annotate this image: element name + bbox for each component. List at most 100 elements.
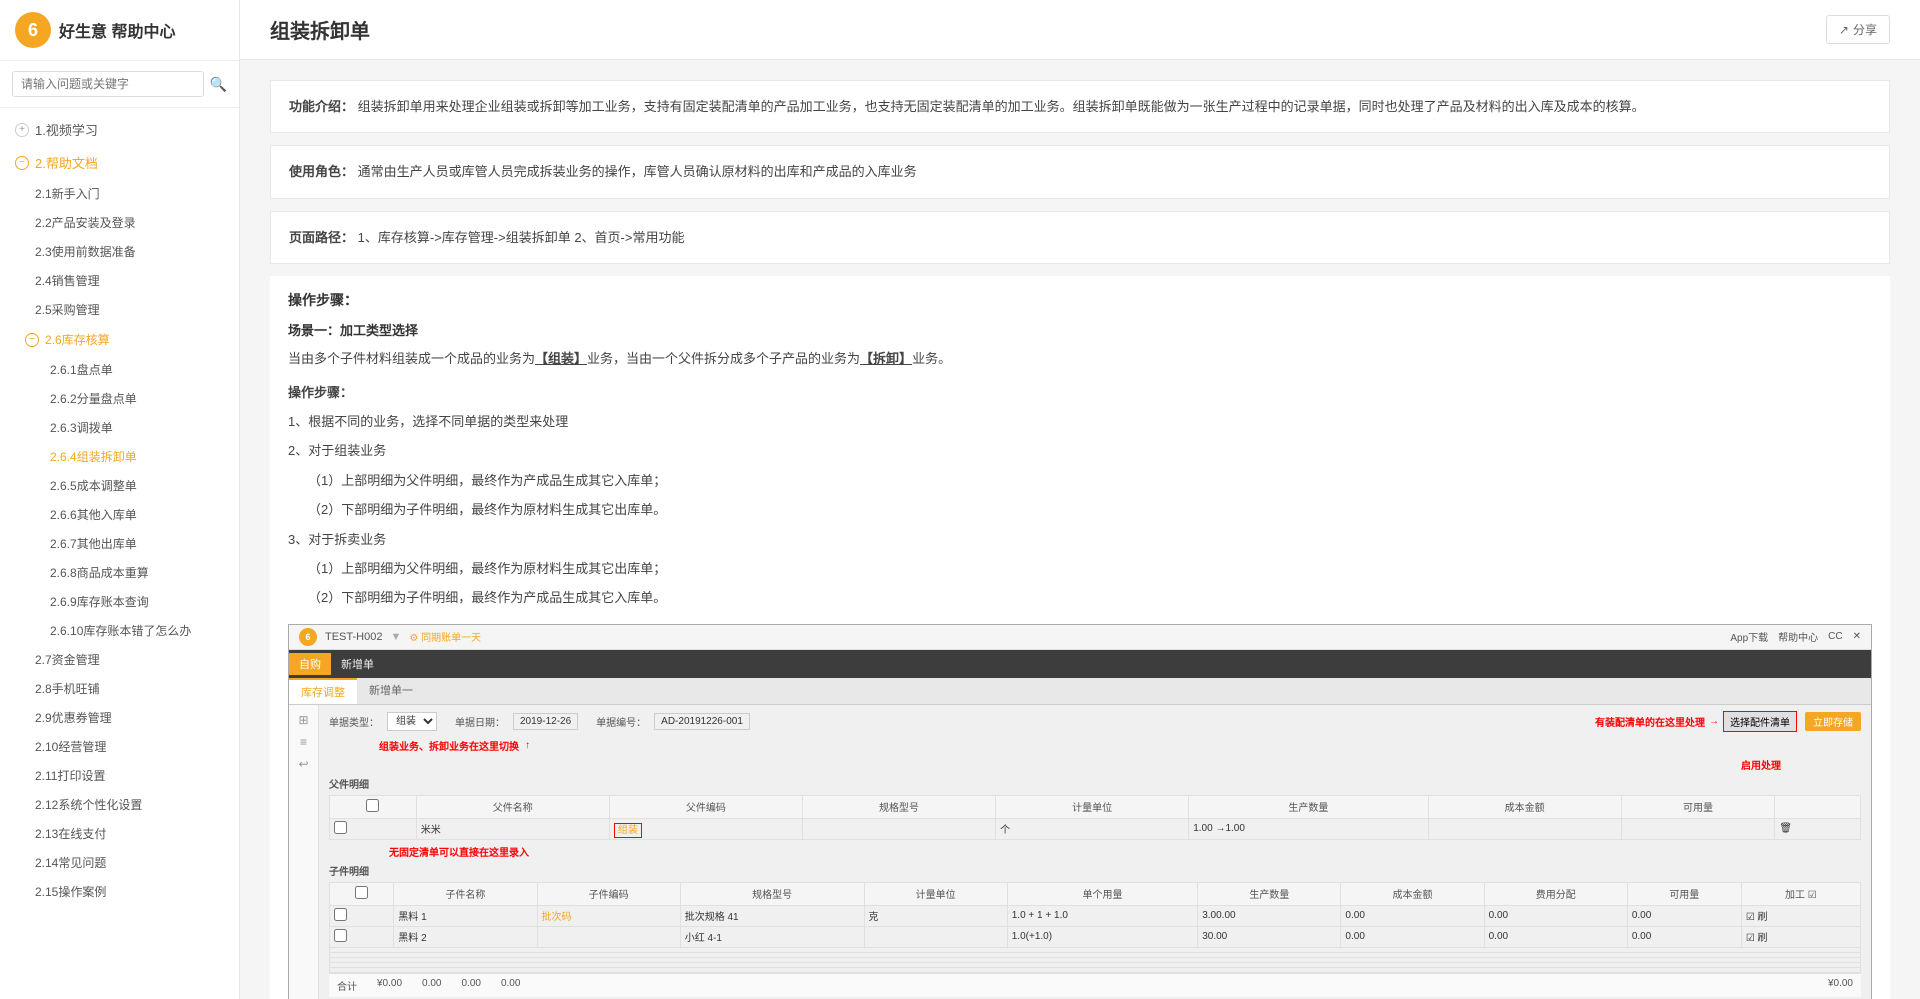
ss-tab-active: 库存调整: [289, 678, 357, 704]
ss-form-area: ⊞ ≡ ↩ 单据类型： 组装 拆卸 单据日期：: [289, 705, 1871, 999]
sidebar-item-2[interactable]: − 2.帮助文档: [0, 146, 239, 179]
nav-label-1: 1.视频学习: [35, 120, 98, 139]
ss-annotation-area1: 有装配清单的在这里处理 → 选择配件清单 立即存储: [1595, 711, 1861, 732]
ss-help-center: 帮助中心: [1778, 629, 1818, 644]
ss-th-qty1: 生产数量: [1189, 795, 1428, 818]
ss-cell2-op1: ☑ 刷: [1741, 905, 1860, 926]
sidebar-item-2-4[interactable]: 2.4销售管理: [0, 266, 239, 295]
ss-nav-new: 新增单: [331, 653, 384, 675]
ss-cell-avail1: [1621, 818, 1775, 839]
ss-date-value: 2019-12-26: [513, 713, 578, 730]
ss-child-row7: [330, 967, 1861, 972]
sidebar-item-2-6-9[interactable]: 2.6.9库存账本查询: [0, 587, 239, 616]
sidebar-item-2-6-1[interactable]: 2.6.1盘点单: [0, 355, 239, 384]
sidebar-item-2-6-6[interactable]: 2.6.6其他入库单: [0, 500, 239, 529]
ss-cell2-prod2: 30.00: [1198, 926, 1341, 947]
sidebar-item-1[interactable]: + 1.视频学习: [0, 113, 239, 146]
ss-cell2-code2: [537, 926, 680, 947]
ss-cell-unit1: 个: [996, 818, 1189, 839]
ops-steps-content: 操作步骤： 1、根据不同的业务，选择不同单据的类型来处理 2、对于组装业务 （1…: [288, 381, 1872, 610]
ss-save-btn[interactable]: 立即存储: [1805, 712, 1861, 731]
ss-type-select[interactable]: 组装 拆卸: [387, 712, 437, 731]
ss-cell2-op2: ☑ 刷: [1741, 926, 1860, 947]
ss-th-code1: 父件编码: [609, 795, 802, 818]
sidebar-item-2-6-5[interactable]: 2.6.5成本调整单: [0, 471, 239, 500]
sidebar-item-2-9[interactable]: 2.9优惠券管理: [0, 703, 239, 732]
ss-form-row1: 单据类型： 组装 拆卸 单据日期： 2019-12-26 单据编号： AD-20…: [329, 711, 1861, 732]
ops-steps-label: 操作步骤：: [288, 381, 1872, 404]
function-intro-label: 功能介绍：: [289, 99, 354, 114]
sidebar-item-2-15[interactable]: 2.15操作案例: [0, 877, 239, 906]
content-body: 功能介绍： 组装拆卸单用来处理企业组装或拆卸等加工业务，支持有固定装配清单的产品…: [240, 60, 1920, 999]
page-title: 组装拆卸单: [270, 15, 370, 44]
ss-select-all-1[interactable]: [366, 799, 379, 812]
sidebar-item-2-6-4[interactable]: 2.6.4组装拆卸单: [0, 442, 239, 471]
ss-arrow4: ↑: [525, 740, 530, 751]
ss-select-all-2[interactable]: [355, 886, 368, 899]
share-button[interactable]: ↗ 分享: [1826, 15, 1890, 44]
ss-cell-cost1: [1428, 818, 1621, 839]
ss-th-unit1: 计量单位: [996, 795, 1189, 818]
ss-cell-code1: 组装: [609, 818, 802, 839]
ss-th-checkbox: [330, 795, 417, 818]
scenario-desc-text: 当由多个子件材料组装成一个成品的业务为【组装】业务，当由一个父件拆分成多个子产品…: [288, 347, 1872, 370]
sidebar-item-2-11[interactable]: 2.11打印设置: [0, 761, 239, 790]
sidebar-item-2-1[interactable]: 2.1新手入门: [0, 179, 239, 208]
ss-child-row1: 黑料 1 批次码 批次规格 41 克 1.0 + 1 + 1.0 3.00.00…: [330, 905, 1861, 926]
ss-date-label: 单据日期：: [455, 714, 505, 729]
step2-sub1-text: （1）上部明细为父件明细，最终作为产成品生成其它入库单；: [288, 469, 1872, 492]
ss-cell2-single1: 1.0 + 1 + 1.0: [1007, 905, 1197, 926]
app-name: 好生意 帮助中心: [59, 18, 175, 42]
sidebar-item-2-2[interactable]: 2.2产品安装及登录: [0, 208, 239, 237]
step3-sub1-text: （1）上部明细为父件明细，最终作为原材料生成其它出库单；: [288, 557, 1872, 580]
search-input[interactable]: [12, 71, 204, 97]
step2-text: 2、对于组装业务: [288, 439, 1872, 462]
sidebar-item-2-6-2[interactable]: 2.6.2分量盘点单: [0, 384, 239, 413]
search-icon[interactable]: 🔍: [210, 76, 227, 93]
ss-new-btn: ⚙ 同期账单一天: [409, 629, 481, 644]
role-block: 使用角色： 通常由生产人员或库管人员完成拆装业务的操作，库管人员确认原材料的出库…: [270, 145, 1890, 198]
ss-cell2-fee1: 0.00: [1484, 905, 1627, 926]
sidebar-item-2-6-8[interactable]: 2.6.8商品成本重算: [0, 558, 239, 587]
sidebar-item-2-7[interactable]: 2.7资金管理: [0, 645, 239, 674]
sidebar-item-2-8[interactable]: 2.8手机旺铺: [0, 674, 239, 703]
ss-child-cb1[interactable]: [334, 908, 347, 921]
ss-footer-label: 合计: [337, 978, 357, 993]
sidebar-item-2-14[interactable]: 2.14常见问题: [0, 848, 239, 877]
sidebar-item-2-13[interactable]: 2.13在线支付: [0, 819, 239, 848]
path-text: 1、库存核算->库存管理->组装拆卸单 2、首页->常用功能: [358, 230, 685, 245]
ss-icon-1: ⊞: [298, 713, 308, 727]
sidebar-item-2-3[interactable]: 2.3使用前数据准备: [0, 237, 239, 266]
main-content: 组装拆卸单 ↗ 分享 功能介绍： 组装拆卸单用来处理企业组装或拆卸等加工业务，支…: [240, 0, 1920, 999]
sidebar-item-2-6-7[interactable]: 2.6.7其他出库单: [0, 529, 239, 558]
sidebar-header: 6 好生意 帮助中心: [0, 0, 239, 61]
role-label: 使用角色：: [289, 164, 354, 179]
ss-icon-3: ↩: [298, 757, 308, 771]
ss-topbar-right: App下载 帮助中心 CC ✕: [1730, 629, 1861, 644]
search-box: 🔍: [0, 61, 239, 108]
step3-sub2-text: （2）下部明细为子件明细，最终作为产成品生成其它入库单。: [288, 586, 1872, 609]
ss-th-spec1: 规格型号: [802, 795, 995, 818]
ss-cell2-unit2: [864, 926, 1007, 947]
share-icon: ↗: [1839, 23, 1849, 37]
sidebar-item-2-6-3[interactable]: 2.6.3调拨单: [0, 413, 239, 442]
ss-test-id: TEST-H002: [325, 631, 382, 643]
ss-navbar: 自购 新增单: [289, 650, 1871, 678]
function-intro-block: 功能介绍： 组装拆卸单用来处理企业组装或拆卸等加工业务，支持有固定装配清单的产品…: [270, 80, 1890, 133]
ss-annotation5-text: 无固定清单可以直接在这里录入: [389, 844, 1861, 859]
ss-cell2-cost1: 0.00: [1341, 905, 1484, 926]
ss-select-bom-btn[interactable]: 选择配件清单: [1723, 711, 1797, 732]
ss-child-cb2[interactable]: [334, 929, 347, 942]
sidebar-item-2-12[interactable]: 2.12系统个性化设置: [0, 790, 239, 819]
sidebar-item-2-6[interactable]: − 2.6库存核算: [0, 324, 239, 355]
sidebar-item-2-6-10[interactable]: 2.6.10库存账本错了怎么办: [0, 616, 239, 645]
ss-cell-spec1: [802, 818, 995, 839]
sidebar-item-2-10[interactable]: 2.10经营管理: [0, 732, 239, 761]
ss-th-code2: 子件编码: [537, 882, 680, 905]
ss-cell-op1: 🗑: [1775, 818, 1861, 839]
ss-footer-v3: 0.00: [462, 978, 481, 993]
ss-row1-cb[interactable]: [334, 821, 347, 834]
ss-icon-2: ≡: [300, 735, 307, 749]
sidebar-item-2-5[interactable]: 2.5采购管理: [0, 295, 239, 324]
step3-text: 3、对于拆卖业务: [288, 528, 1872, 551]
